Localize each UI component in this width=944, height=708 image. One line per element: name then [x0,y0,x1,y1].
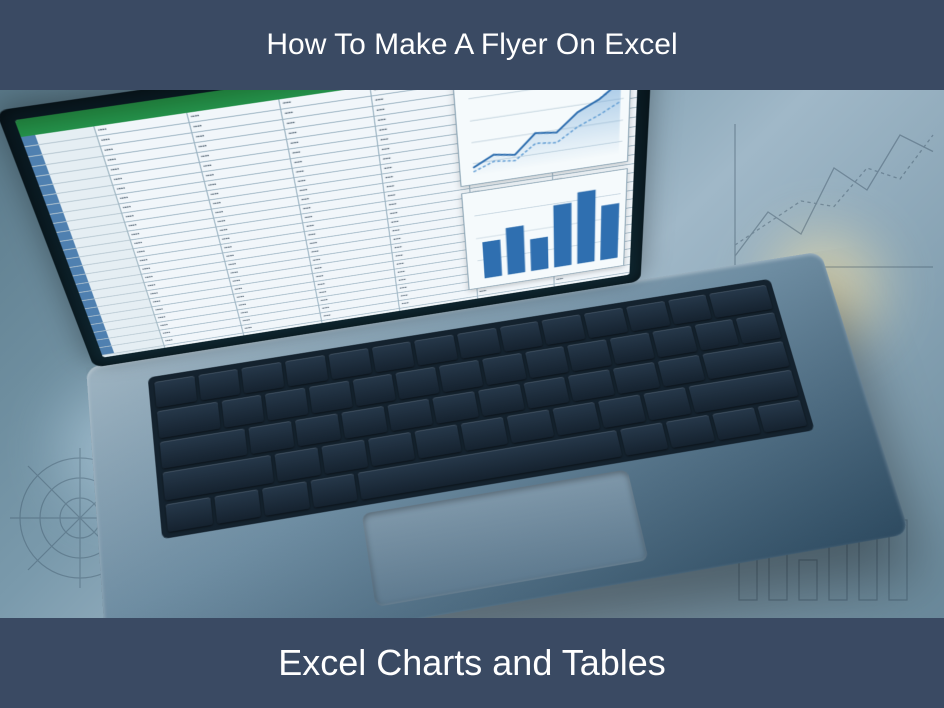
bottom-title: Excel Charts and Tables [278,642,666,684]
laptop: ▪▪▪▪▪▪▪▪▪▪▪▪▪▪▪▪▪▪▪▪▪▪▪▪▪▪▪▪▪▪▪▪▪▪▪▪▪▪▪▪… [76,116,910,618]
laptop-hinge [191,414,761,518]
top-title: How To Make A Flyer On Excel [266,28,677,62]
laptop-trackpad [362,469,649,607]
hero-image: ▪▪▪▪▪▪▪▪▪▪▪▪▪▪▪▪▪▪▪▪▪▪▪▪▪▪▪▪▪▪▪▪▪▪▪▪▪▪▪▪… [0,90,944,618]
top-banner: How To Make A Flyer On Excel [0,0,944,90]
bottom-banner: Excel Charts and Tables [0,618,944,708]
